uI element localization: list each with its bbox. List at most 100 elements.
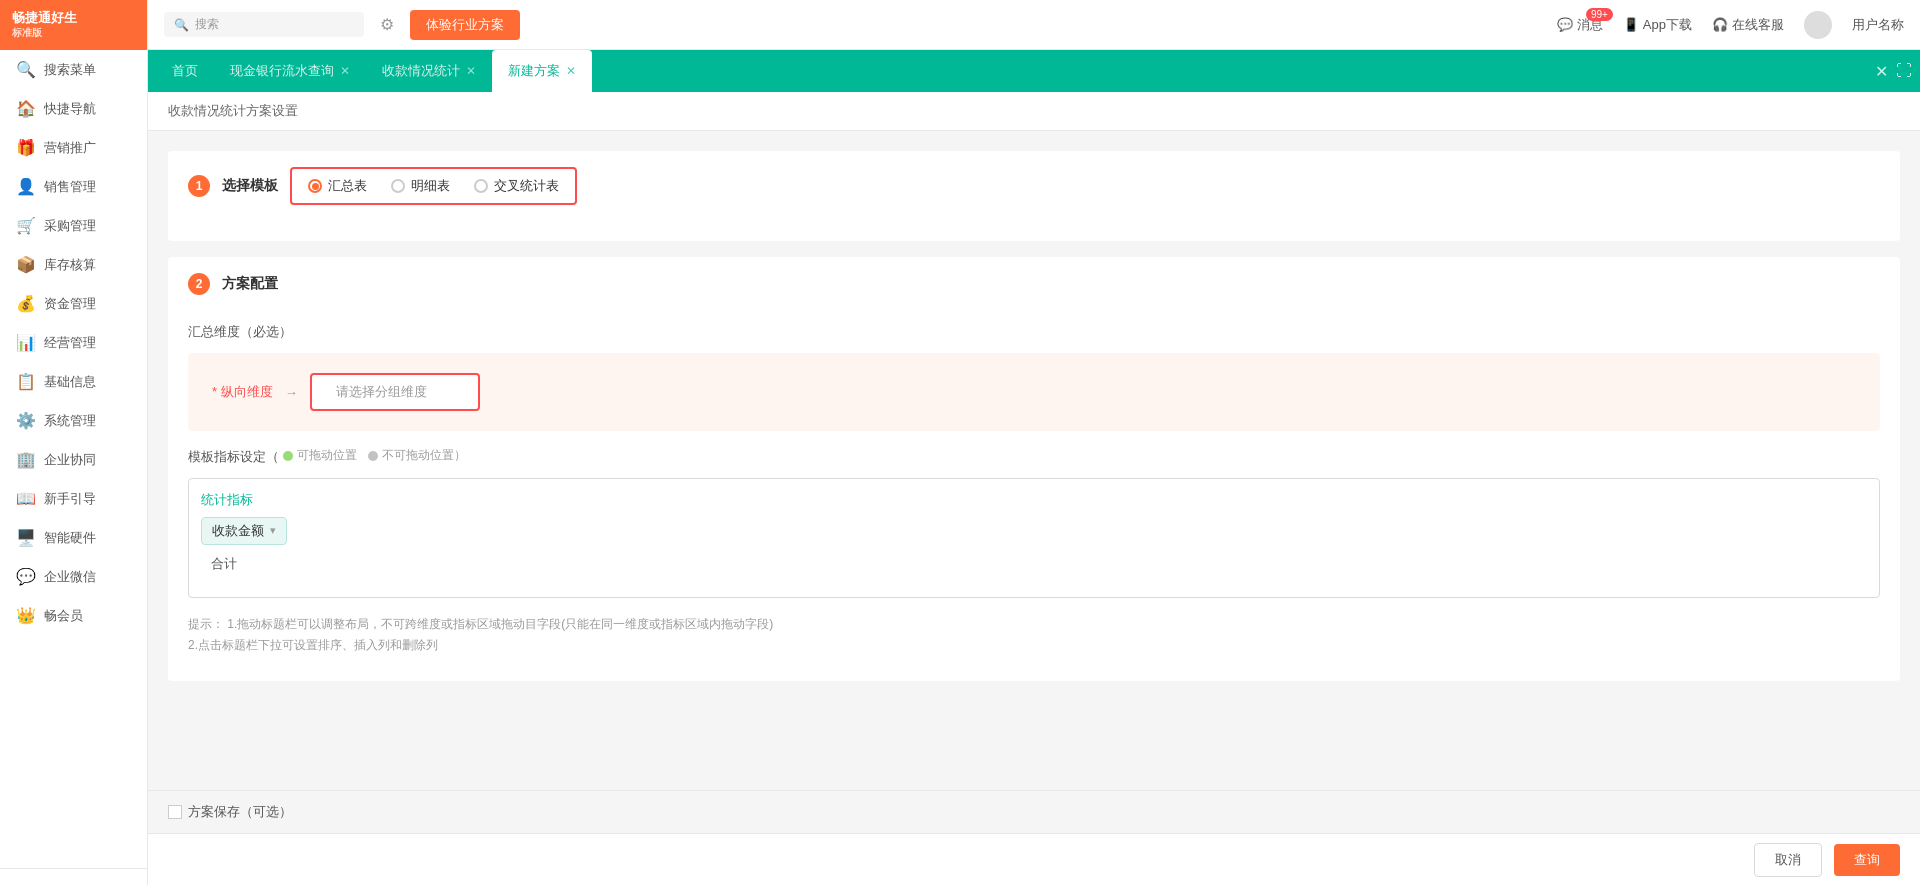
tab-new-plan[interactable]: 新建方案 ✕ [492,50,592,92]
quick-nav-icon: 🏠 [16,99,36,118]
username: 用户名称 [1852,16,1904,34]
logo-text: 畅捷通好生 [12,10,77,26]
search-icon: 🔍 [174,18,189,32]
draggable-dot [283,451,293,461]
metrics-label: 模板指标设定（ 可拖动位置 不可拖动位置） [188,447,466,466]
sidebar-label-system: 系统管理 [44,412,96,430]
avatar[interactable] [1804,11,1832,39]
step1-label: 选择模板 [222,177,278,195]
close-window-icon[interactable]: ✕ [1875,62,1888,81]
operations-icon: 📊 [16,333,36,352]
query-button[interactable]: 查询 [1834,844,1900,876]
topbar-search[interactable]: 🔍 搜索 [164,12,364,37]
basic-info-icon: 📋 [16,372,36,391]
download-icon: 📱 [1623,17,1639,32]
sidebar-label-member: 畅会员 [44,607,83,625]
message-button[interactable]: 💬 消息 99+ [1557,16,1603,34]
tab-label-new-plan: 新建方案 [508,62,560,80]
tab-close-receipt-stat[interactable]: ✕ [466,64,476,78]
sidebar-item-finance[interactable]: 💰 资金管理 [0,284,147,323]
message-badge: 99+ [1586,8,1613,21]
cancel-button[interactable]: 取消 [1754,843,1822,877]
tab-bank-flow[interactable]: 现金银行流水查询 ✕ [214,50,366,92]
sidebar-item-basic-info[interactable]: 📋基础信息 [0,362,147,401]
tab-receipt-stat[interactable]: 收款情况统计✕ [366,50,492,92]
main-area: 🔍 搜索 ⚙ 体验行业方案 💬 消息 99+ 📱 App下载 🎧 在线客服 用户… [148,0,1920,885]
sidebar-item-marketing[interactable]: 🎁营销推广 [0,128,147,167]
sidebar-label-hardware: 智能硬件 [44,529,96,547]
save-plan-checkbox[interactable]: 方案保存（可选） [168,803,292,821]
step2-row: 2 方案配置 [188,273,1880,295]
dimension-row: * 纵向维度 → 请选择分组维度 [212,373,1856,411]
sidebar-item-sales[interactable]: 👤销售管理 [0,167,147,206]
sales-icon: 👤 [16,177,36,196]
sidebar-label-purchase: 采购管理 [44,217,96,235]
sidebar-label-inventory: 库存核算 [44,256,96,274]
content-body: 1 选择模板 汇总表明细表交叉统计表 2 方案配置 汇总维度（必选） * 纵向维… [148,131,1920,790]
enterprise-icon: 🏢 [16,450,36,469]
dimension-select[interactable]: 请选择分组维度 [310,373,480,411]
template-options: 汇总表 明细表 交叉统计表 [290,167,577,205]
metric-tag-receipt[interactable]: 收款金额 ▾ [201,517,287,545]
content-area: 收款情况统计方案设置 1 选择模板 汇总表明细表交叉统计表 2 方案配置 汇总维 [148,92,1920,833]
arrow-icon: → [285,385,298,400]
online-service-button[interactable]: 🎧 在线客服 [1712,16,1784,34]
action-bar: 取消 查询 [148,833,1920,885]
chevron-down-icon: ▾ [270,524,276,537]
hardware-icon: 🖥️ [16,528,36,547]
settings-icon[interactable]: ⚙ [380,15,394,34]
content-footer: 方案保存（可选） [148,790,1920,833]
trial-button[interactable]: 体验行业方案 [410,10,520,40]
page-title: 收款情况统计方案设置 [148,92,1920,131]
sidebar-item-guide[interactable]: 📖新手引导 [0,479,147,518]
app-download-button[interactable]: 📱 App下载 [1623,16,1692,34]
radio-option-summary[interactable]: 汇总表 [308,177,367,195]
sidebar: 畅捷通好生 标准版 🔍搜索菜单 🏠 快捷导航 🎁营销推广👤销售管理 🛒 采购管理 📦 库存核算… [0,0,148,885]
topbar-right: 💬 消息 99+ 📱 App下载 🎧 在线客服 用户名称 [1557,11,1904,39]
member-icon: 👑 [16,606,36,625]
sidebar-label-quick-nav: 快捷导航 [44,100,96,118]
sidebar-item-search-menu[interactable]: 🔍搜索菜单 [0,50,147,89]
checkbox-box [168,805,182,819]
sidebar-item-operations[interactable]: 📊经营管理 [0,323,147,362]
sidebar-label-finance: 资金管理 [44,295,96,313]
topbar: 🔍 搜索 ⚙ 体验行业方案 💬 消息 99+ 📱 App下载 🎧 在线客服 用户… [148,0,1920,50]
tab-label-bank-flow: 现金银行流水查询 [230,62,334,80]
purchase-icon: 🛒 [16,216,36,235]
vertical-label: * 纵向维度 [212,383,273,401]
search-menu-icon: 🔍 [16,60,36,79]
step1-section: 1 选择模板 汇总表明细表交叉统计表 [168,151,1900,241]
tab-close-bank-flow[interactable]: ✕ [340,64,350,78]
sidebar-item-wechat[interactable]: 💬企业微信 [0,557,147,596]
dimension-title: 汇总维度（必选） [188,323,1880,341]
radio-option-cross[interactable]: 交叉统计表 [474,177,559,195]
tab-home[interactable]: 首页 [156,50,214,92]
radio-option-detail[interactable]: 明细表 [391,177,450,195]
sidebar-item-hardware[interactable]: 🖥️ 智能硬件 [0,518,147,557]
service-icon: 🎧 [1712,17,1728,32]
maximize-icon[interactable]: ⛶ [1896,62,1912,80]
radio-circle-cross [474,179,488,193]
sidebar-item-member[interactable]: 👑 畅会员 [0,596,147,635]
metrics-header: 模板指标设定（ 可拖动位置 不可拖动位置） [188,447,1880,466]
search-placeholder: 搜索 [195,16,219,33]
inventory-icon: 📦 [16,255,36,274]
sidebar-item-purchase[interactable]: 🛒 采购管理 [0,206,147,245]
sidebar-label-guide: 新手引导 [44,490,96,508]
draggable-indicator: 可拖动位置 [283,447,357,464]
sidebar-item-system[interactable]: ⚙️系统管理 [0,401,147,440]
step1-row: 1 选择模板 汇总表明细表交叉统计表 [188,167,1880,205]
tab-close-new-plan[interactable]: ✕ [566,64,576,78]
sidebar-item-quick-nav[interactable]: 🏠 快捷导航 [0,89,147,128]
finance-icon: 💰 [16,294,36,313]
logo-sub: 标准版 [12,26,77,40]
radio-circle-summary [308,179,322,193]
radio-circle-detail [391,179,405,193]
metrics-total-row: 合计 [201,549,1867,579]
sidebar-bottom [0,868,147,885]
sidebar-logo: 畅捷通好生 标准版 [0,0,147,50]
step2-section: 2 方案配置 汇总维度（必选） * 纵向维度 → 请选择分组维度 [168,257,1900,681]
sidebar-item-enterprise[interactable]: 🏢企业协同 [0,440,147,479]
radio-label-summary: 汇总表 [328,177,367,195]
sidebar-item-inventory[interactable]: 📦 库存核算 [0,245,147,284]
